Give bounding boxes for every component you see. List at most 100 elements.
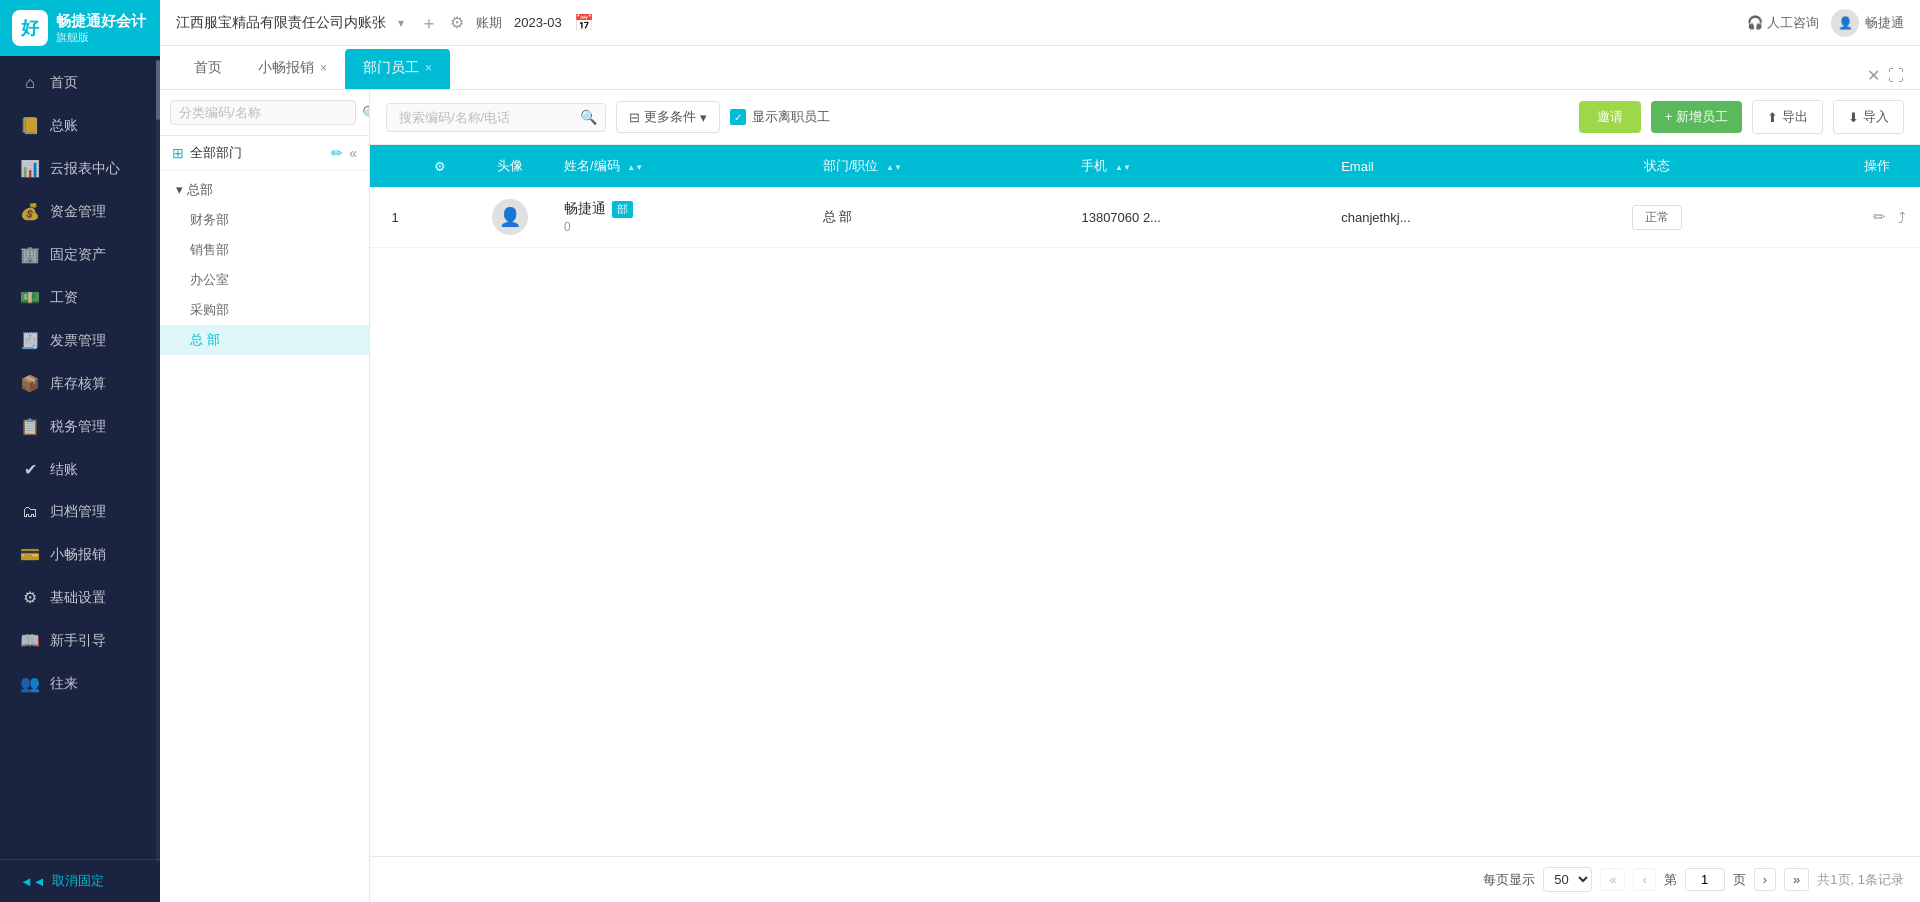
- dept-child-purchase-label: 采购部: [190, 302, 229, 317]
- sidebar-item-contacts[interactable]: 👥 往来: [0, 662, 160, 705]
- user-menu[interactable]: 👤 畅捷通: [1831, 9, 1904, 37]
- invite-button[interactable]: 邀请: [1579, 101, 1641, 133]
- import-icon: ⬇: [1848, 110, 1859, 125]
- page-next-button[interactable]: ›: [1754, 868, 1776, 891]
- sidebar-item-assets[interactable]: 🏢 固定资产: [0, 233, 160, 276]
- col-dept-position[interactable]: 部门/职位 ▲▼: [809, 145, 1068, 187]
- company-dropdown-button[interactable]: ▾: [398, 16, 404, 30]
- employee-table: ⚙ 头像 姓名/编码 ▲▼ 部门/职位 ▲▼ 手机: [370, 145, 1920, 248]
- pagination-bar: 每页显示 50 « ‹ 第 页 › » 共1页, 1条记录: [370, 856, 1920, 902]
- row-email-cell: chanjethkj...: [1327, 187, 1562, 248]
- dept-search-button[interactable]: 🔍: [362, 105, 370, 121]
- employee-search-input[interactable]: [395, 104, 580, 131]
- col-settings[interactable]: ⚙: [420, 145, 470, 187]
- sidebar-item-tax[interactable]: 📋 税务管理: [0, 405, 160, 448]
- calendar-icon[interactable]: 📅: [574, 13, 594, 32]
- tax-icon: 📋: [20, 417, 40, 436]
- dept-child-office[interactable]: 办公室: [160, 265, 369, 295]
- sidebar-item-ledger[interactable]: 📒 总账: [0, 104, 160, 147]
- tab-dept-staff-close[interactable]: ×: [425, 61, 432, 75]
- sidebar-item-label: 库存核算: [50, 375, 106, 393]
- guide-icon: 📖: [20, 631, 40, 650]
- assets-icon: 🏢: [20, 245, 40, 264]
- tab-expense-label: 小畅报销: [258, 59, 314, 77]
- dept-child-purchase[interactable]: 采购部: [160, 295, 369, 325]
- tab-home[interactable]: 首页: [176, 49, 240, 89]
- tab-dept-staff[interactable]: 部门员工 ×: [345, 49, 450, 89]
- settings-icon: ⚙: [20, 588, 40, 607]
- add-employee-button[interactable]: + 新增员工: [1651, 101, 1742, 133]
- period-value: 2023-03: [514, 15, 562, 30]
- dept-left-panel: 🔍 ⊞ 全部部门 ✏ « ▾ 总部 财务部 销售部: [160, 90, 370, 902]
- sidebar-item-settlement[interactable]: ✔ 结账: [0, 448, 160, 491]
- page-last-button[interactable]: »: [1784, 868, 1809, 891]
- sidebar-item-invoice[interactable]: 🧾 发票管理: [0, 319, 160, 362]
- dept-all-header: ⊞ 全部部门 ✏ «: [160, 136, 369, 171]
- import-button[interactable]: ⬇ 导入: [1833, 100, 1904, 134]
- filter-icon: ⊟: [629, 110, 640, 125]
- page-prev-button[interactable]: ‹: [1633, 868, 1655, 891]
- sidebar-item-expense[interactable]: 💳 小畅报销: [0, 533, 160, 576]
- sidebar-item-label: 工资: [50, 289, 78, 307]
- dept-collapse-button[interactable]: «: [349, 145, 357, 161]
- dept-child-sales-label: 销售部: [190, 242, 229, 257]
- sidebar-item-label: 云报表中心: [50, 160, 120, 178]
- sidebar-item-label: 税务管理: [50, 418, 106, 436]
- export-icon: ⬆: [1767, 110, 1778, 125]
- emp-name-text: 畅捷通: [564, 200, 606, 218]
- page-first-button[interactable]: «: [1600, 868, 1625, 891]
- sidebar-item-funds[interactable]: 💰 资金管理: [0, 190, 160, 233]
- settlement-icon: ✔: [20, 460, 40, 479]
- page-size-select[interactable]: 50: [1543, 867, 1592, 892]
- company-settings-button[interactable]: ⚙: [450, 13, 464, 32]
- col-name-code[interactable]: 姓名/编码 ▲▼: [550, 145, 809, 187]
- sidebar-nav: ⌂ 首页 📒 总账 📊 云报表中心 💰 资金管理 🏢 固定资产 💵 工资 🧾 发…: [0, 56, 160, 859]
- service-button[interactable]: 🎧 人工咨询: [1747, 14, 1819, 32]
- export-label: 导出: [1782, 108, 1808, 126]
- logout-icon[interactable]: ⤴: [1898, 209, 1906, 226]
- tab-close-button[interactable]: ✕: [1867, 66, 1880, 85]
- sidebar-scrollbar-thumb: [156, 60, 160, 120]
- sidebar-logo[interactable]: 好 畅捷通好会计 旗舰版: [0, 0, 160, 56]
- filter-label: 更多条件: [644, 108, 696, 126]
- emp-tag-badge: 部: [612, 201, 633, 218]
- tab-expense-close[interactable]: ×: [320, 61, 327, 75]
- tab-expense[interactable]: 小畅报销 ×: [240, 49, 345, 89]
- dept-child-sales[interactable]: 销售部: [160, 235, 369, 265]
- filter-more-button[interactable]: ⊟ 更多条件 ▾: [616, 101, 720, 133]
- sidebar-item-archive[interactable]: 🗂 归档管理: [0, 491, 160, 533]
- page-input[interactable]: [1685, 868, 1725, 891]
- sidebar-item-guide[interactable]: 📖 新手引导: [0, 619, 160, 662]
- emp-code-text: 0: [564, 220, 795, 234]
- tab-maximize-button[interactable]: ⛶: [1888, 67, 1904, 85]
- sidebar-item-inventory[interactable]: 📦 库存核算: [0, 362, 160, 405]
- sidebar-item-settings[interactable]: ⚙ 基础设置: [0, 576, 160, 619]
- col-index: [370, 145, 420, 187]
- page-unit: 页: [1733, 871, 1746, 889]
- dept-add-button[interactable]: ✏: [331, 145, 343, 161]
- sidebar-footer[interactable]: ◄◄ 取消固定: [0, 859, 160, 902]
- sidebar-item-label: 往来: [50, 675, 78, 693]
- add-company-button[interactable]: ＋: [420, 11, 438, 35]
- sidebar-item-salary[interactable]: 💵 工资: [0, 276, 160, 319]
- archive-icon: 🗂: [20, 503, 40, 521]
- pin-icon: ◄◄: [20, 874, 46, 889]
- content-area: 🔍 ⊞ 全部部门 ✏ « ▾ 总部 财务部 销售部: [160, 90, 1920, 902]
- row-actions-cell: ✏ ⤴: [1751, 187, 1920, 248]
- show-resigned-checkbox[interactable]: ✓ 显示离职员工: [730, 108, 830, 126]
- export-button[interactable]: ⬆ 导出: [1752, 100, 1823, 134]
- col-email: Email: [1327, 145, 1562, 187]
- sidebar-item-home[interactable]: ⌂ 首页: [0, 62, 160, 104]
- sidebar-item-reports[interactable]: 📊 云报表中心: [0, 147, 160, 190]
- dept-search-input[interactable]: [170, 100, 356, 125]
- dept-child-finance[interactable]: 财务部: [160, 205, 369, 235]
- dept-child-general[interactable]: 总 部: [160, 325, 369, 355]
- table-row: 1 👤 畅捷通 部: [370, 187, 1920, 248]
- sidebar-logo-text-wrap: 畅捷通好会计 旗舰版: [56, 12, 146, 45]
- tab-dept-staff-label: 部门员工: [363, 59, 419, 77]
- dept-group-zongbu[interactable]: ▾ 总部: [160, 175, 369, 205]
- edit-icon[interactable]: ✏: [1873, 208, 1886, 226]
- col-phone[interactable]: 手机 ▲▼: [1067, 145, 1327, 187]
- col-avatar: 头像: [470, 145, 550, 187]
- app-logo-icon: 好: [12, 10, 48, 46]
